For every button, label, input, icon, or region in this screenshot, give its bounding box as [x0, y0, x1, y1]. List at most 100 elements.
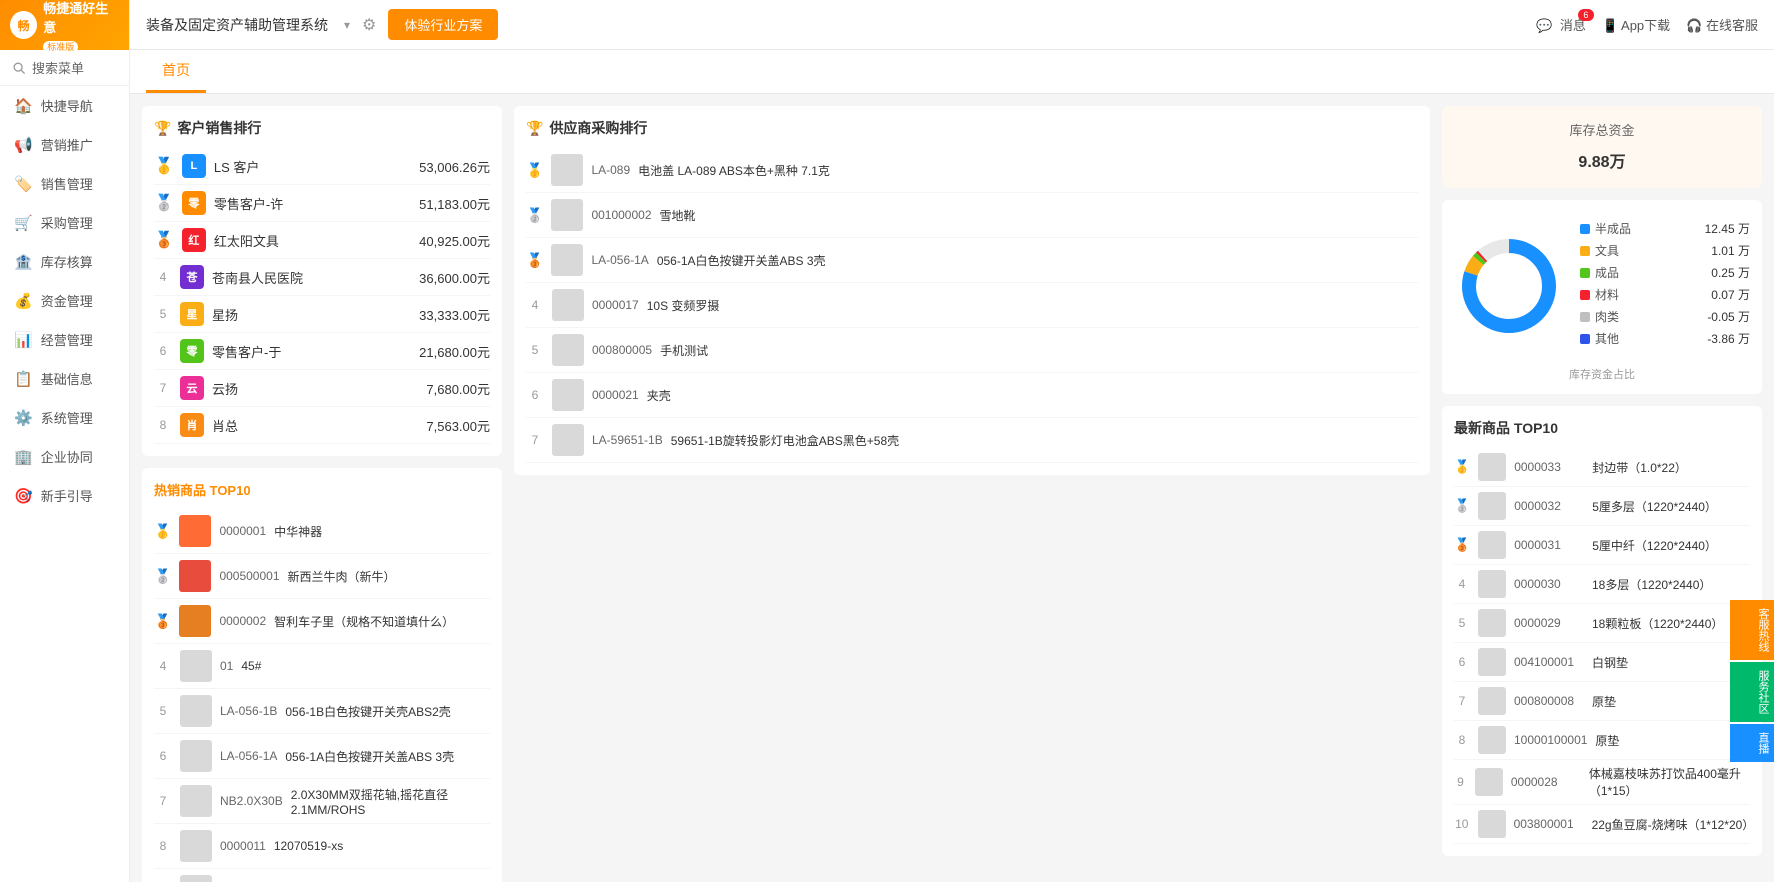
new-product-image [1478, 453, 1506, 481]
legend-value: -0.05 万 [1707, 308, 1750, 325]
hot-product-item: 9 KK-SD22110H 花语萌侣温分罐罐袋（厚款） [154, 869, 490, 882]
new-product-name: 18颗粒板（1220*2440） [1592, 615, 1723, 632]
nav-icon-system: ⚙️ [14, 409, 33, 427]
vendor-rank-item: 4 0000017 10S 变频罗摄 [526, 283, 1418, 328]
rank-number: 6 [154, 344, 172, 358]
hot-products-list: 🥇 0000001 中华神器🥈 000500001 新西兰牛肉（新牛）🥉 000… [154, 509, 490, 882]
nav-items: 🏠 快捷导航📢 营销推广🏷️ 销售管理🛒 采购管理🏦 库存核算💰 资金管理📊 经… [0, 86, 129, 515]
product-code: 0000002 [219, 614, 266, 628]
new-product-name: 封边带（1.0*22） [1592, 459, 1687, 476]
legend-dot [1580, 334, 1590, 344]
product-name: 新西兰牛肉（新牛） [288, 568, 490, 585]
new-product-name: 原垫 [1592, 693, 1616, 710]
customer-rank-item: 6 零 零售客户-于 21,680.00元 [154, 333, 490, 370]
legend-left: 材料 [1580, 286, 1619, 303]
dropdown-arrow-icon[interactable]: ▾ [344, 18, 350, 32]
nav-icon-guide: 🎯 [14, 487, 33, 505]
float-btn-community[interactable]: 服务社区 [1730, 662, 1774, 722]
new-product-item: 7 000800008 原垫 [1454, 682, 1750, 721]
customer-avatar: 云 [180, 376, 204, 400]
nav-icon-purchase: 🛒 [14, 214, 33, 232]
donut-chart [1454, 231, 1564, 341]
search-menu-item[interactable]: 搜索菜单 [0, 50, 129, 86]
message-icon: 💬 [1536, 18, 1552, 33]
legend-value: 0.25 万 [1711, 264, 1750, 281]
vendor-product-name: 电池盖 LA-089 ABS本色+黑种 7.1克 [638, 162, 1418, 179]
sidebar-item-purchase[interactable]: 🛒 采购管理 [0, 203, 129, 242]
rank-number: 4 [154, 270, 172, 284]
new-product-name: 白钢垫 [1592, 654, 1628, 671]
vendor-code: LA-056-1A [591, 253, 648, 267]
new-product-item: 9 0000028 体械嘉枝味苏打饮品400毫升（1*15） [1454, 760, 1750, 805]
product-image-placeholder [180, 875, 212, 882]
sidebar-item-marketing[interactable]: 📢 营销推广 [0, 125, 129, 164]
app-download[interactable]: 📱 App下载 [1602, 15, 1670, 34]
vendor-product-name: 手机测试 [660, 342, 1418, 359]
float-btn-live[interactable]: 直播 [1730, 724, 1774, 762]
inventory-amount: 9.88万 [1458, 143, 1746, 174]
sidebar-item-finance[interactable]: 💰 资金管理 [0, 281, 129, 320]
nav-icon-sales: 🏷️ [14, 175, 33, 193]
customer-name: 云扬 [212, 379, 418, 398]
rank-number: 6 [526, 388, 544, 402]
medal-icon: 🥉 [154, 613, 171, 630]
tab-home[interactable]: 首页 [146, 50, 206, 93]
sidebar-item-corp[interactable]: 🏢 企业协同 [0, 437, 129, 476]
vendor-product-image [552, 334, 584, 366]
legend-label: 文具 [1595, 242, 1619, 259]
settings-icon[interactable]: ⚙ [362, 15, 376, 35]
vendor-ranking-title: 🏆 供应商采购排行 [526, 118, 1418, 138]
product-image-placeholder [180, 830, 212, 862]
online-service[interactable]: 🎧 在线客服 [1686, 15, 1758, 34]
legend-dot [1580, 312, 1590, 322]
nav-icon-basic-info: 📋 [14, 370, 33, 388]
sidebar-item-inventory[interactable]: 🏦 库存核算 [0, 242, 129, 281]
legend-value: -3.86 万 [1707, 330, 1750, 347]
vendor-code: 0000017 [592, 298, 639, 312]
new-product-item: 5 0000029 18颗粒板（1220*2440） [1454, 604, 1750, 643]
vendor-rank-list: 🥇 LA-089 电池盖 LA-089 ABS本色+黑种 7.1克🥈 00100… [526, 148, 1418, 463]
nav-label-inventory: 库存核算 [41, 252, 93, 271]
medal-icon: 🥉 [154, 230, 174, 250]
new-product-item: 🥈 0000032 5厘多层（1220*2440） [1454, 487, 1750, 526]
legend-item: 肉类 -0.05 万 [1580, 308, 1750, 325]
legend-value: 1.01 万 [1711, 242, 1750, 259]
medal-icon: 🥇 [1454, 459, 1470, 475]
new-product-image [1478, 810, 1506, 838]
sidebar-item-system[interactable]: ⚙️ 系统管理 [0, 398, 129, 437]
legend-value: 12.45 万 [1705, 220, 1750, 237]
customer-avatar: 苍 [180, 265, 204, 289]
new-product-code: 0000029 [1514, 616, 1584, 630]
vendor-product-image [551, 244, 583, 276]
sidebar-item-guide[interactable]: 🎯 新手引导 [0, 476, 129, 515]
customer-rank-item: 7 云 云扬 7,680.00元 [154, 370, 490, 407]
new-products-card: 最新商品 TOP10 🥇 0000033 封边带（1.0*22）🥈 000003… [1442, 406, 1762, 856]
new-product-image [1478, 492, 1506, 520]
inventory-total-card: 库存总资金 9.88万 [1442, 106, 1762, 188]
sidebar-item-sales[interactable]: 🏷️ 销售管理 [0, 164, 129, 203]
medal-icon: 🥈 [154, 193, 174, 213]
nav-label-guide: 新手引导 [41, 486, 93, 505]
customer-avatar: L [182, 154, 206, 178]
float-btn-service[interactable]: 客服热线 [1730, 600, 1774, 660]
sidebar-item-basic-info[interactable]: 📋 基础信息 [0, 359, 129, 398]
vendor-product-name: 10S 变频罗摄 [647, 297, 1418, 314]
sidebar-item-operations[interactable]: 📊 经营管理 [0, 320, 129, 359]
product-code: 0000011 [220, 839, 266, 853]
customer-amount: 33,333.00元 [419, 305, 490, 324]
vendor-product-image [552, 424, 584, 456]
legend-label: 材料 [1595, 286, 1619, 303]
rank-number: 5 [154, 307, 172, 321]
trial-btn[interactable]: 体验行业方案 [388, 9, 498, 40]
message-badge-container[interactable]: 💬 6 消息 [1536, 15, 1586, 34]
system-name: 装备及固定资产辅助管理系统 [146, 15, 328, 35]
new-product-item: 10 003800001 22g鱼豆腐-烧烤味（1*12*20） [1454, 805, 1750, 844]
nav-label-basic-info: 基础信息 [41, 369, 93, 388]
rank-number: 7 [526, 433, 544, 447]
new-products-list: 🥇 0000033 封边带（1.0*22）🥈 0000032 5厘多层（1220… [1454, 448, 1750, 844]
new-product-item: 6 004100001 白钢垫 [1454, 643, 1750, 682]
customer-avatar: 肖 [180, 413, 204, 437]
sidebar-item-quick-nav[interactable]: 🏠 快捷导航 [0, 86, 129, 125]
product-image-placeholder [180, 695, 212, 727]
product-name: 智利车子里（规格不知道填什么） [274, 613, 490, 630]
